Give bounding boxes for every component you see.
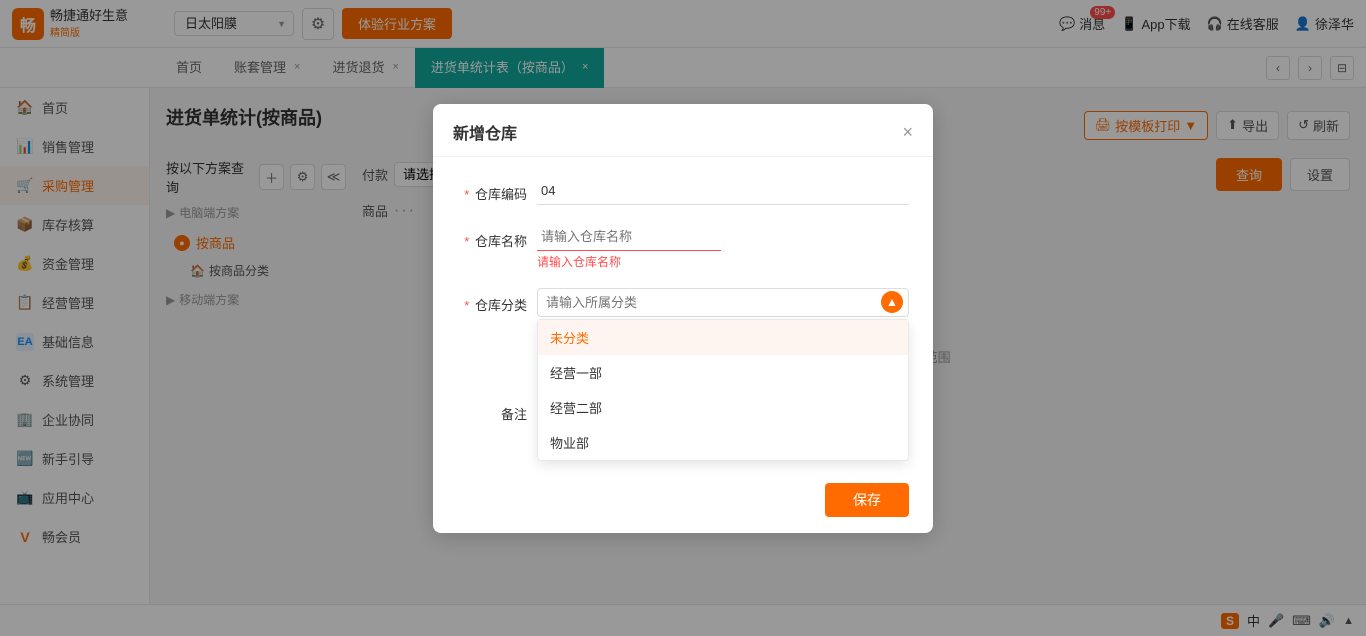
category-input-wrap: ▲ <box>537 288 909 317</box>
new-warehouse-dialog: 新增仓库 × * 仓库编码 * 仓库名称 <box>433 104 933 533</box>
note-label: 备注 <box>457 397 537 423</box>
form-row-code: * 仓库编码 <box>457 177 909 205</box>
name-label: * 仓库名称 <box>457 224 537 250</box>
category-dropdown: 未分类 经营一部 经营二部 物业部 <box>537 319 909 461</box>
code-label: * 仓库编码 <box>457 177 537 203</box>
dialog-header: 新增仓库 × <box>433 104 933 157</box>
form-row-category: * 仓库分类 ▲ 未分类 经营一部 经营二部 物业部 <box>457 288 909 317</box>
save-button[interactable]: 保存 <box>825 483 909 517</box>
dialog-footer: 保存 <box>433 471 933 533</box>
name-input[interactable] <box>537 223 721 251</box>
dropdown-item-none[interactable]: 未分类 <box>538 320 908 355</box>
dialog-body: * 仓库编码 * 仓库名称 请输入仓库名称 <box>433 157 933 471</box>
required-star-category: * <box>464 298 469 313</box>
dropdown-item-op1[interactable]: 经营一部 <box>538 355 908 390</box>
name-error-message: 请输入仓库名称 <box>537 253 909 270</box>
dialog-close-button[interactable]: × <box>902 123 913 141</box>
code-input[interactable] <box>537 177 909 205</box>
dropdown-item-op3[interactable]: 物业部 <box>538 425 908 460</box>
required-star-code: * <box>464 187 469 202</box>
name-control-wrap <box>537 223 909 251</box>
dialog-title: 新增仓库 <box>453 120 517 144</box>
required-star-name: * <box>464 234 469 249</box>
category-input[interactable] <box>537 288 909 317</box>
dropdown-item-op2[interactable]: 经营二部 <box>538 390 908 425</box>
category-control-wrap: ▲ 未分类 经营一部 经营二部 物业部 <box>537 288 909 317</box>
category-label: * 仓库分类 <box>457 288 537 314</box>
dialog-overlay: 新增仓库 × * 仓库编码 * 仓库名称 <box>0 0 1366 636</box>
category-up-button[interactable]: ▲ <box>881 291 903 313</box>
form-row-name: * 仓库名称 请输入仓库名称 <box>457 223 909 270</box>
